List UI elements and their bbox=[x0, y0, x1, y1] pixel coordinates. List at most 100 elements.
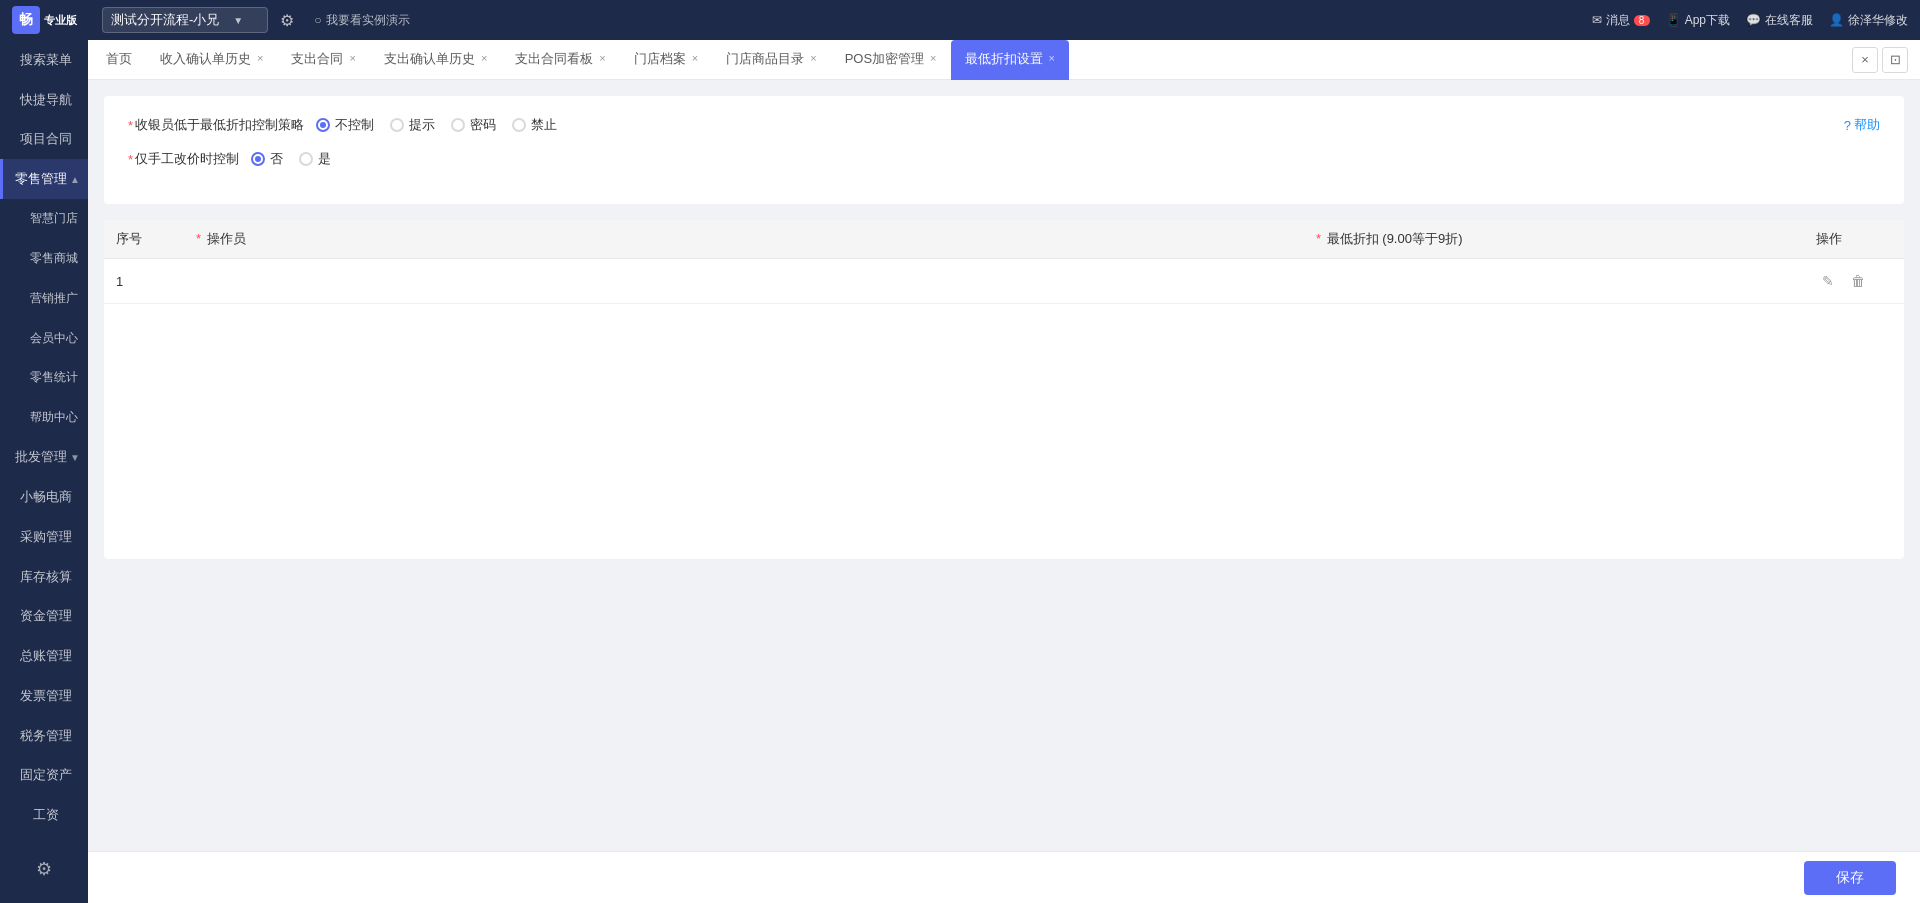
td-seq-1: 1 bbox=[104, 264, 184, 299]
project-selector-arrow: ▼ bbox=[233, 15, 243, 26]
app-download-label: App下载 bbox=[1685, 12, 1730, 29]
app-download-button[interactable]: 📱 App下载 bbox=[1666, 12, 1730, 29]
download-icon: 📱 bbox=[1666, 13, 1681, 27]
sidebar-item-wholesale[interactable]: 批发管理 ▼ bbox=[0, 438, 88, 478]
td-discount-1 bbox=[1304, 271, 1804, 291]
radio-prompt-circle bbox=[390, 118, 404, 132]
messages-badge: 8 bbox=[1634, 15, 1650, 26]
sidebar-wholesale-label: 批发管理 bbox=[15, 448, 67, 466]
tab-expense-history-close[interactable]: × bbox=[481, 53, 487, 64]
tab-min-discount-label: 最低折扣设置 bbox=[965, 50, 1043, 68]
tab-income-history-label: 收入确认单历史 bbox=[160, 50, 251, 68]
save-button[interactable]: 保存 bbox=[1804, 861, 1896, 895]
tab-expense-history-label: 支出确认单历史 bbox=[384, 50, 475, 68]
project-name: 测试分开流程-小兄 bbox=[111, 11, 219, 29]
demo-link[interactable]: ○ 我要看实例演示 bbox=[314, 12, 409, 29]
demo-link-text: 我要看实例演示 bbox=[326, 12, 410, 29]
radio-manual-no[interactable]: 否 bbox=[251, 150, 283, 168]
tab-store-archive[interactable]: 门店档案 × bbox=[620, 40, 712, 80]
sidebar-item-retailstats[interactable]: 零售统计 bbox=[0, 358, 88, 398]
tab-home-label: 首页 bbox=[106, 50, 132, 68]
online-service-button[interactable]: 💬 在线客服 bbox=[1746, 12, 1813, 29]
tab-store-archive-close[interactable]: × bbox=[692, 53, 698, 64]
tab-expense-board[interactable]: 支出合同看板 × bbox=[501, 40, 619, 80]
sidebar-item-retailmall[interactable]: 零售商城 bbox=[0, 239, 88, 279]
tab-store-products[interactable]: 门店商品目录 × bbox=[712, 40, 830, 80]
tab-close-button[interactable]: × bbox=[1852, 47, 1878, 73]
sidebar-item-marketing[interactable]: 营销推广 bbox=[0, 279, 88, 319]
help-label: 帮助 bbox=[1854, 116, 1880, 134]
edit-btn-1[interactable]: ✎ bbox=[1816, 269, 1840, 293]
sidebar-item-finance[interactable]: 资金管理 bbox=[0, 597, 88, 637]
sidebar-bottom: ⚙ bbox=[0, 835, 88, 903]
sidebar-item-helpcenter[interactable]: 帮助中心 bbox=[0, 398, 88, 438]
settings-button[interactable]: ⚙ bbox=[276, 7, 298, 34]
tab-pos-encrypt-close[interactable]: × bbox=[930, 53, 936, 64]
tab-income-history-close[interactable]: × bbox=[257, 53, 263, 64]
tab-expense-contract-close[interactable]: × bbox=[349, 53, 355, 64]
radio-forbid[interactable]: 禁止 bbox=[512, 116, 557, 134]
logo-text: 专业版 bbox=[44, 13, 77, 28]
tab-pos-encrypt[interactable]: POS加密管理 × bbox=[831, 40, 951, 80]
tab-pos-encrypt-label: POS加密管理 bbox=[845, 50, 924, 68]
project-selector[interactable]: 测试分开流程-小兄 ▼ bbox=[102, 7, 268, 33]
demo-icon: ○ bbox=[314, 13, 321, 27]
radio-manual-yes-circle bbox=[299, 152, 313, 166]
radio-prompt[interactable]: 提示 bbox=[390, 116, 435, 134]
tab-expense-contract[interactable]: 支出合同 × bbox=[277, 40, 369, 80]
sidebar-item-retail[interactable]: 零售管理 ▲ bbox=[0, 159, 88, 199]
sidebar-item-purchase[interactable]: 采购管理 bbox=[0, 517, 88, 557]
sidebar-item-members[interactable]: 会员中心 bbox=[0, 318, 88, 358]
tab-store-products-close[interactable]: × bbox=[810, 53, 816, 64]
sidebar-item-search[interactable]: 搜索菜单 bbox=[0, 40, 88, 80]
sidebar-item-inventory[interactable]: 库存核算 bbox=[0, 557, 88, 597]
sidebar-item-payroll[interactable]: 工资 bbox=[0, 795, 88, 835]
seq-value-1: 1 bbox=[116, 274, 123, 289]
user-menu-button[interactable]: 👤 徐泽华修改 bbox=[1829, 12, 1908, 29]
th-seq: 序号 bbox=[104, 220, 184, 258]
radio-prompt-label: 提示 bbox=[409, 116, 435, 134]
sidebar-invoice-label: 发票管理 bbox=[20, 687, 72, 705]
sidebar-retail-arrow: ▲ bbox=[70, 174, 80, 185]
radio-manual-yes[interactable]: 是 bbox=[299, 150, 331, 168]
discount-table: 序号 * 操作员 * 最低折扣 (9.00等于9折) 操作 bbox=[104, 220, 1904, 559]
online-service-label: 在线客服 bbox=[1765, 12, 1813, 29]
messages-button[interactable]: ✉ 消息 8 bbox=[1592, 12, 1650, 29]
tab-store-archive-label: 门店档案 bbox=[634, 50, 686, 68]
main-layout: 搜索菜单 快捷导航 项目合同 零售管理 ▲ 智慧门店 零售商城 营销推广 会员中… bbox=[0, 40, 1920, 903]
sidebar-item-invoice[interactable]: 发票管理 bbox=[0, 676, 88, 716]
sidebar-wholesale-arrow: ▼ bbox=[70, 452, 80, 463]
delete-btn-1[interactable]: 🗑 bbox=[1846, 269, 1870, 293]
sidebar-item-project[interactable]: 项目合同 bbox=[0, 120, 88, 160]
app-logo: 畅 专业版 bbox=[12, 6, 92, 34]
action-btns-1: ✎ 🗑 bbox=[1816, 269, 1892, 293]
radio-password[interactable]: 密码 bbox=[451, 116, 496, 134]
radio-no-control[interactable]: 不控制 bbox=[316, 116, 374, 134]
th-operator-required: * bbox=[196, 231, 201, 246]
tab-expense-history[interactable]: 支出确认单历史 × bbox=[370, 40, 501, 80]
sidebar-smartstore-label: 智慧门店 bbox=[30, 210, 78, 227]
sidebar-item-tax[interactable]: 税务管理 bbox=[0, 716, 88, 756]
td-operator-1 bbox=[184, 271, 1304, 291]
table-body: 1 ✎ 🗑 bbox=[104, 259, 1904, 559]
sidebar-item-assets[interactable]: 固定资产 bbox=[0, 756, 88, 796]
sidebar-item-quicknav[interactable]: 快捷导航 bbox=[0, 80, 88, 120]
service-icon: 💬 bbox=[1746, 13, 1761, 27]
sidebar-item-ledger[interactable]: 总账管理 bbox=[0, 636, 88, 676]
tab-store-products-label: 门店商品目录 bbox=[726, 50, 804, 68]
message-icon: ✉ bbox=[1592, 13, 1602, 27]
tab-min-discount-close[interactable]: × bbox=[1049, 53, 1055, 64]
radio-password-label: 密码 bbox=[470, 116, 496, 134]
tab-min-discount[interactable]: 最低折扣设置 × bbox=[951, 40, 1069, 80]
help-link[interactable]: ? 帮助 bbox=[1844, 116, 1880, 134]
tab-bar: 首页 收入确认单历史 × 支出合同 × 支出确认单历史 × 支出合同看板 × 门… bbox=[88, 40, 1920, 80]
tab-income-history[interactable]: 收入确认单历史 × bbox=[146, 40, 277, 80]
sidebar-item-ecommerce[interactable]: 小畅电商 bbox=[0, 477, 88, 517]
sidebar-settings-button[interactable]: ⚙ bbox=[0, 847, 88, 891]
tab-restore-button[interactable]: ⊡ bbox=[1882, 47, 1908, 73]
sidebar-item-smartstore[interactable]: 智慧门店 bbox=[0, 199, 88, 239]
radio-manual-no-label: 否 bbox=[270, 150, 283, 168]
tab-home[interactable]: 首页 bbox=[92, 40, 146, 80]
tab-expense-board-close[interactable]: × bbox=[599, 53, 605, 64]
th-discount: * 最低折扣 (9.00等于9折) bbox=[1304, 220, 1804, 258]
